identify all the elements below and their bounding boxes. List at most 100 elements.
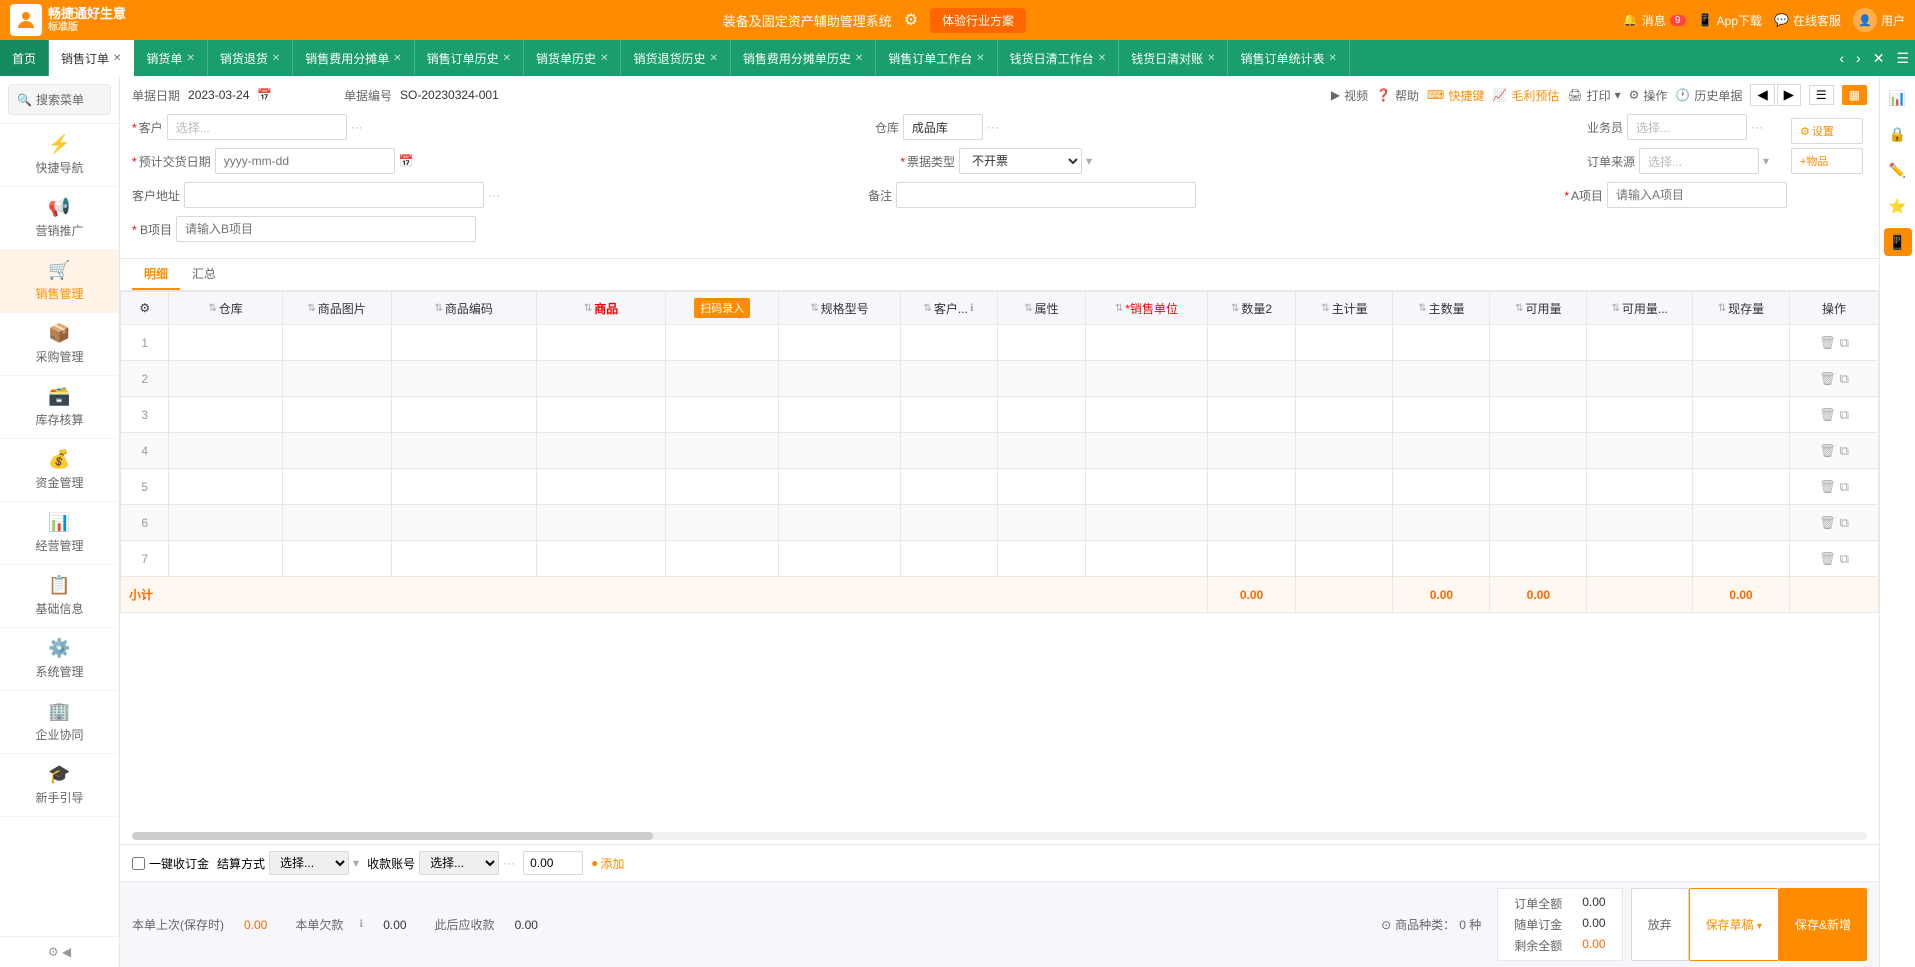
row-5-delete-icon[interactable]: 🗑 — [1819, 479, 1836, 495]
nav-menu-btn[interactable]: ☰ — [1890, 40, 1915, 76]
th-code[interactable]: ⇅商品编码 — [391, 292, 536, 325]
row-6-main-unit[interactable] — [1296, 505, 1393, 541]
settings-button[interactable]: ⚙ 设置 — [1791, 118, 1863, 144]
nav-tab-return-history[interactable]: 销货退货历史 ✕ — [621, 40, 730, 76]
row-3-main-qty[interactable] — [1393, 397, 1490, 433]
row-4-main-unit[interactable] — [1296, 433, 1393, 469]
payment-select[interactable]: 选择... — [269, 851, 349, 875]
row-3-product[interactable] — [536, 397, 665, 433]
row-1-unit[interactable] — [1086, 325, 1207, 361]
row-6-qty2[interactable] — [1207, 505, 1296, 541]
row-5-main-qty[interactable] — [1393, 469, 1490, 505]
row-3-attr[interactable] — [997, 397, 1086, 433]
close-return-history[interactable]: ✕ — [709, 53, 717, 64]
row-6-img[interactable] — [282, 505, 391, 541]
toolbar-profit[interactable]: 📈 毛利预估 — [1492, 87, 1559, 104]
close-stats[interactable]: ✕ — [1329, 53, 1337, 64]
panel-lock-icon[interactable]: 🔒 — [1884, 120, 1912, 148]
row-4-spec[interactable] — [779, 433, 900, 469]
row-4-qty2[interactable] — [1207, 433, 1296, 469]
row-3-copy-icon[interactable]: ⧉ — [1840, 407, 1849, 423]
close-workbench[interactable]: ✕ — [976, 53, 984, 64]
row-1-code[interactable] — [391, 325, 536, 361]
row-3-warehouse[interactable] — [169, 397, 282, 433]
address-more[interactable]: ··· — [488, 188, 500, 202]
row-2-img[interactable] — [282, 361, 391, 397]
row-6-avail[interactable] — [1490, 505, 1587, 541]
th-avail[interactable]: ⇅可用量 — [1490, 292, 1587, 325]
account-select[interactable]: 选择... — [419, 851, 499, 875]
amount-input[interactable] — [523, 851, 583, 875]
account-dots[interactable]: ··· — [503, 856, 515, 870]
address-input[interactable] — [184, 182, 484, 208]
row-7-avail[interactable] — [1490, 541, 1587, 577]
sidebar-item-guide[interactable]: 🎓 新手引导 — [0, 754, 119, 817]
th-customer[interactable]: ⇅客户...ℹ — [900, 292, 997, 325]
row-1-avail2[interactable] — [1587, 325, 1693, 361]
panel-mobile-icon[interactable]: 📱 — [1884, 228, 1912, 256]
row-2-customer[interactable] — [900, 361, 997, 397]
row-2-warehouse[interactable] — [169, 361, 282, 397]
row-7-main-qty[interactable] — [1393, 541, 1490, 577]
staff-input[interactable]: 选择... — [1627, 114, 1747, 140]
row-7-spec[interactable] — [779, 541, 900, 577]
row-6-avail2[interactable] — [1587, 505, 1693, 541]
row-1-warehouse[interactable] — [169, 325, 282, 361]
nav-tab-stats[interactable]: 销售订单统计表 ✕ — [1228, 40, 1349, 76]
user-item[interactable]: 👤 用户 — [1853, 8, 1905, 32]
row-7-main-unit[interactable] — [1296, 541, 1393, 577]
nav-tab-home[interactable]: 首页 — [0, 40, 49, 76]
sidebar-item-marketing[interactable]: 📢 营销推广 — [0, 187, 119, 250]
a-project-input[interactable] — [1607, 182, 1787, 208]
th-attr[interactable]: ⇅属性 — [997, 292, 1086, 325]
sidebar-item-operation[interactable]: 📊 经营管理 — [0, 502, 119, 565]
nav-tab-workbench[interactable]: 销售订单工作台 ✕ — [876, 40, 997, 76]
prev-record-btn[interactable]: ◀ — [1750, 84, 1774, 106]
row-2-attr[interactable] — [997, 361, 1086, 397]
panel-chart-icon[interactable]: 📊 — [1884, 84, 1912, 112]
next-record-btn[interactable]: ▶ — [1777, 84, 1801, 106]
row-6-code[interactable] — [391, 505, 536, 541]
th-unit[interactable]: ⇅*销售单位 — [1086, 292, 1207, 325]
row-1-copy-icon[interactable]: ⧉ — [1840, 335, 1849, 351]
row-7-attr[interactable] — [997, 541, 1086, 577]
row-2-spec[interactable] — [779, 361, 900, 397]
row-5-avail2[interactable] — [1587, 469, 1693, 505]
row-3-customer[interactable] — [900, 397, 997, 433]
row-6-product[interactable] — [536, 505, 665, 541]
row-5-code[interactable] — [391, 469, 536, 505]
row-1-main-unit[interactable] — [1296, 325, 1393, 361]
row-1-main-qty[interactable] — [1393, 325, 1490, 361]
row-2-qty2[interactable] — [1207, 361, 1296, 397]
row-2-avail2[interactable] — [1587, 361, 1693, 397]
th-product[interactable]: ⇅商品 — [536, 292, 665, 325]
row-4-warehouse[interactable] — [169, 433, 282, 469]
row-7-img[interactable] — [282, 541, 391, 577]
row-3-unit[interactable] — [1086, 397, 1207, 433]
staff-more[interactable]: ··· — [1751, 120, 1763, 134]
nav-prev-btn[interactable]: ‹ — [1833, 40, 1850, 76]
sidebar-item-inventory[interactable]: 🗃️ 库存核算 — [0, 376, 119, 439]
draft-button[interactable]: 保存草稿 ▾ — [1689, 888, 1779, 961]
row-4-code[interactable] — [391, 433, 536, 469]
nav-tab-sales[interactable]: 销货单 ✕ — [134, 40, 207, 76]
app-download-item[interactable]: 📱 App下载 — [1698, 12, 1762, 29]
row-2-delete-icon[interactable]: 🗑 — [1819, 371, 1836, 387]
row-6-warehouse[interactable] — [169, 505, 282, 541]
row-7-copy-icon[interactable]: ⧉ — [1840, 551, 1849, 567]
row-5-copy-icon[interactable]: ⧉ — [1840, 479, 1849, 495]
row-7-customer[interactable] — [900, 541, 997, 577]
row-5-spec[interactable] — [779, 469, 900, 505]
nav-tab-return[interactable]: 销货退货 ✕ — [208, 40, 293, 76]
list-view-btn[interactable]: ☰ — [1809, 85, 1834, 105]
b-project-input[interactable] — [176, 216, 476, 242]
toolbar-operation[interactable]: ⚙ 操作 — [1629, 87, 1668, 104]
nav-tab-daily[interactable]: 钱货日清工作台 ✕ — [998, 40, 1119, 76]
row-4-customer[interactable] — [900, 433, 997, 469]
row-5-stock[interactable] — [1693, 469, 1790, 505]
row-3-stock[interactable] — [1693, 397, 1790, 433]
row-2-unit[interactable] — [1086, 361, 1207, 397]
panel-star-icon[interactable]: ⭐ — [1884, 192, 1912, 220]
th-main-qty[interactable]: ⇅主数量 — [1393, 292, 1490, 325]
nav-close-btn[interactable]: ✕ — [1867, 40, 1891, 76]
